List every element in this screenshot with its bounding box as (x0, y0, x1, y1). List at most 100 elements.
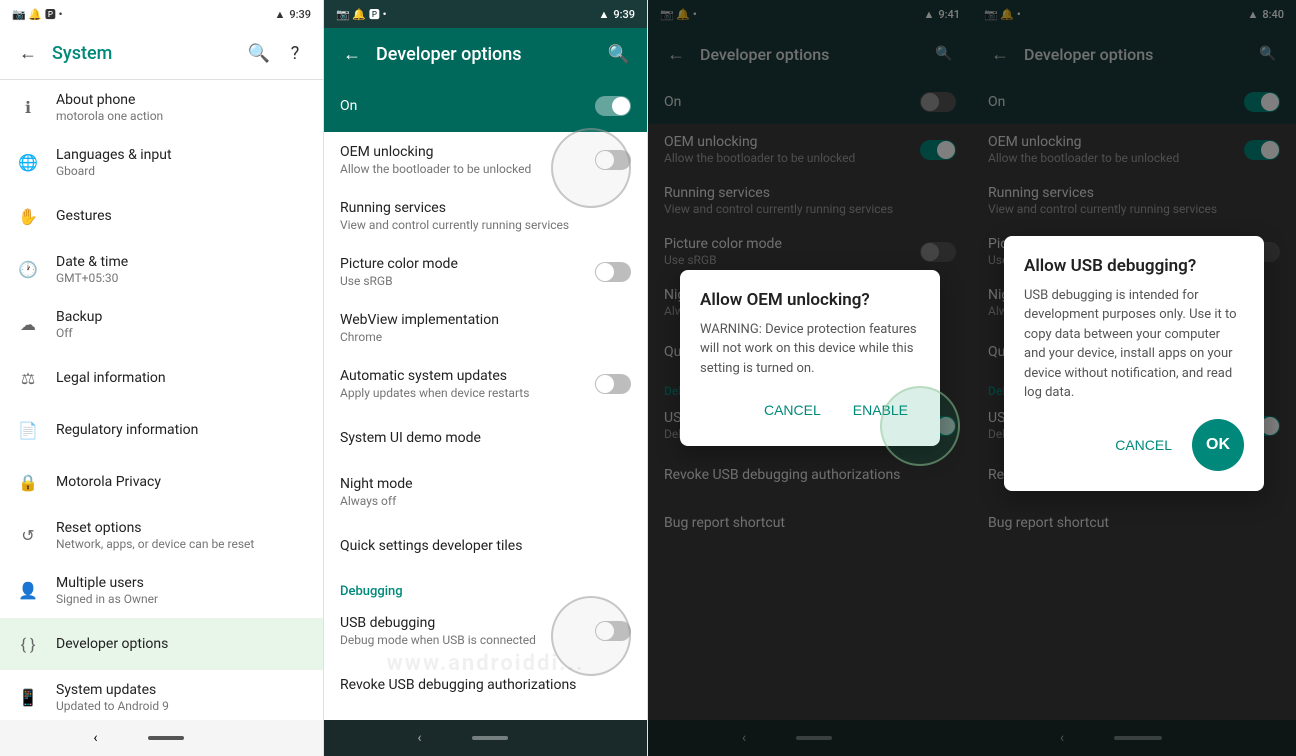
demo-mode-item[interactable]: System UI demo mode (324, 412, 647, 464)
oem-dialog-actions: Cancel Enable (700, 394, 920, 426)
status-icons-left: 📷 🔔 🅿 • (12, 6, 62, 22)
nav-home-middle[interactable] (472, 736, 508, 740)
picture-color-item[interactable]: Picture color mode Use sRGB (324, 244, 647, 300)
developer-toggle[interactable] (595, 96, 631, 116)
back-btn-left[interactable]: ← (16, 42, 40, 66)
sidebar-title-backup: Backup (56, 309, 307, 325)
oem-dialog: Allow OEM unlocking? WARNING: Device pro… (680, 270, 940, 447)
sidebar-item-datetime[interactable]: 🕐 Date & time GMT+05:30 (0, 242, 323, 297)
search-btn-left[interactable]: 🔍 (247, 42, 271, 66)
sidebar-subtitle-about: motorola one action (56, 109, 307, 123)
appbar-left: ← System 🔍 ? (0, 28, 323, 80)
sidebar-item-backup[interactable]: ☁ Backup Off (0, 297, 323, 352)
sidebar-title-developer: Developer options (56, 636, 307, 652)
usb-cancel-btn[interactable]: Cancel (1103, 419, 1184, 471)
night-mode-subtitle: Always off (340, 494, 631, 508)
nav-back-middle[interactable]: ‹ (408, 726, 432, 750)
sidebar-title-about: About phone (56, 92, 307, 108)
sidebar-item-users[interactable]: 👤 Multiple users Signed in as Owner (0, 563, 323, 618)
updates-icon: 📱 (16, 686, 40, 710)
nav-back-left[interactable]: ‹ (84, 726, 108, 750)
quick-tiles-title: Quick settings developer tiles (340, 538, 631, 554)
sidebar-subtitle-users: Signed in as Owner (56, 592, 307, 606)
usb-dialog-overlay: Allow USB debugging? USB debugging is in… (972, 0, 1296, 756)
sidebar-item-legal[interactable]: ⚖ Legal information (0, 352, 323, 404)
usb-circle-hint (551, 596, 631, 676)
usb-dialog-actions: Cancel OK (1024, 419, 1244, 471)
sidebar-subtitle-reset: Network, apps, or device can be reset (56, 537, 307, 551)
usb-ok-btn[interactable]: OK (1192, 419, 1244, 471)
regulatory-icon: 📄 (16, 418, 40, 442)
nav-home-left[interactable] (148, 736, 184, 740)
nav-bar-left: ‹ (0, 720, 323, 756)
sidebar-title-languages: Languages & input (56, 147, 307, 163)
sidebar-subtitle-languages: Gboard (56, 164, 307, 178)
backup-icon: ☁ (16, 313, 40, 337)
usb-dialog-body: USB debugging is intended for developmen… (1024, 286, 1244, 403)
sidebar-subtitle-backup: Off (56, 326, 307, 340)
bug-report-item[interactable]: Bug report shortcut (324, 711, 647, 720)
clock-icon: 🕐 (16, 258, 40, 282)
oem-dialog-overlay: Allow OEM unlocking? WARNING: Device pro… (648, 0, 972, 756)
sidebar-item-regulatory[interactable]: 📄 Regulatory information (0, 404, 323, 456)
appbar-title-left: System (52, 43, 235, 64)
oem-circle-hint (551, 128, 631, 208)
webview-item[interactable]: WebView implementation Chrome (324, 300, 647, 356)
oem-cancel-btn[interactable]: Cancel (752, 394, 833, 426)
night-mode-item[interactable]: Night mode Always off (324, 464, 647, 520)
status-bar-middle: 📷 🔔 🅿 • ▲ 9:39 (324, 0, 647, 28)
sidebar-subtitle-datetime: GMT+05:30 (56, 271, 307, 285)
sidebar-item-updates[interactable]: 📱 System updates Updated to Android 9 (0, 670, 323, 720)
night-mode-title: Night mode (340, 476, 631, 492)
wifi-icon-left: ▲ (274, 8, 285, 21)
info-icon: ℹ (16, 96, 40, 120)
sidebar-title-datetime: Date & time (56, 254, 307, 270)
picture-color-subtitle: Use sRGB (340, 274, 595, 288)
status-bar-left: 📷 🔔 🅿 • ▲ 9:39 (0, 0, 323, 28)
sidebar-list: ℹ About phone motorola one action 🌐 Lang… (0, 80, 323, 720)
time-left: 9:39 (289, 8, 311, 21)
auto-updates-toggle[interactable] (595, 374, 631, 394)
appbar-middle: ← Developer options 🔍 (324, 28, 647, 80)
users-icon: 👤 (16, 579, 40, 603)
language-icon: 🌐 (16, 151, 40, 175)
time-middle: 9:39 (613, 8, 635, 21)
status-icons-middle: 📷 🔔 🅿 • (336, 6, 386, 22)
quick-tiles-item[interactable]: Quick settings developer tiles (324, 520, 647, 572)
sidebar-item-reset[interactable]: ↺ Reset options Network, apps, or device… (0, 508, 323, 563)
sidebar-item-privacy[interactable]: 🔒 Motorola Privacy (0, 456, 323, 508)
sidebar-item-developer[interactable]: { } Developer options (0, 618, 323, 670)
sidebar-title-privacy: Motorola Privacy (56, 474, 307, 490)
sidebar-title-gestures: Gestures (56, 208, 307, 224)
picture-toggle[interactable] (595, 262, 631, 282)
legal-icon: ⚖ (16, 366, 40, 390)
sidebar-title-reset: Reset options (56, 520, 307, 536)
oem-dialog-panel: 📷 🔔 • ▲ 9:41 ← Developer options 🔍 On OE… (648, 0, 972, 756)
sidebar-item-gestures[interactable]: ✋ Gestures (0, 190, 323, 242)
privacy-icon: 🔒 (16, 470, 40, 494)
oem-enable-btn[interactable]: Enable (841, 394, 920, 426)
revoke-usb-title: Revoke USB debugging authorizations (340, 677, 631, 693)
developer-options-panel: 📷 🔔 🅿 • ▲ 9:39 ← Developer options 🔍 On … (324, 0, 648, 756)
system-settings-panel: 📷 🔔 🅿 • ▲ 9:39 ← System 🔍 ? ℹ About phon… (0, 0, 324, 756)
auto-updates-item[interactable]: Automatic system updates Apply updates w… (324, 356, 647, 412)
auto-updates-title: Automatic system updates (340, 368, 595, 384)
sidebar-item-languages[interactable]: 🌐 Languages & input Gboard (0, 135, 323, 190)
developer-icon: { } (16, 632, 40, 656)
webview-subtitle: Chrome (340, 330, 631, 344)
developer-on-row[interactable]: On (324, 80, 647, 132)
wifi-icon-middle: ▲ (598, 8, 609, 21)
help-btn-left[interactable]: ? (283, 42, 307, 66)
search-btn-middle[interactable]: 🔍 (607, 42, 631, 66)
on-label: On (340, 98, 595, 114)
sidebar-title-legal: Legal information (56, 370, 307, 386)
back-btn-middle[interactable]: ← (340, 42, 364, 66)
right-panels-wrapper: 📷 🔔 • ▲ 9:41 ← Developer options 🔍 On OE… (648, 0, 1296, 756)
sidebar-item-about[interactable]: ℹ About phone motorola one action (0, 80, 323, 135)
reset-icon: ↺ (16, 524, 40, 548)
running-subtitle: View and control currently running servi… (340, 218, 631, 232)
sidebar-title-users: Multiple users (56, 575, 307, 591)
oem-dialog-title: Allow OEM unlocking? (700, 290, 920, 310)
picture-color-title: Picture color mode (340, 256, 595, 272)
gestures-icon: ✋ (16, 204, 40, 228)
